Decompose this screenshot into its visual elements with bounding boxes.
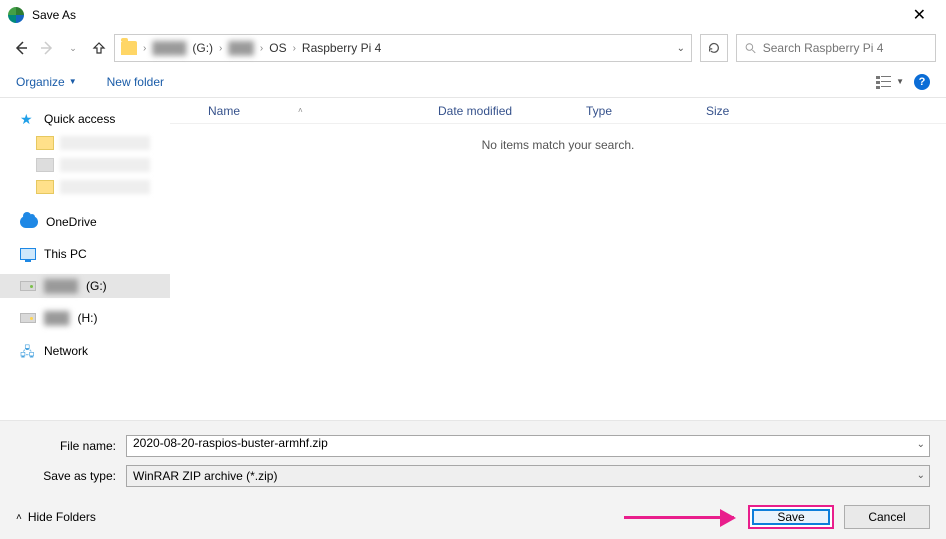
save-type-select[interactable]: WinRAR ZIP archive (*.zip) ⌄ — [126, 465, 930, 487]
chevron-down-icon[interactable]: ⌄ — [917, 439, 925, 450]
organize-menu[interactable]: Organize▼ — [16, 75, 77, 89]
refresh-button[interactable] — [700, 34, 728, 62]
column-header-type[interactable]: Type — [586, 104, 706, 118]
column-header-name[interactable]: ˄Name — [178, 104, 438, 118]
empty-list-message: No items match your search. — [170, 138, 946, 152]
sidebar-item-drive-h[interactable]: ███ (H:) — [0, 306, 170, 330]
column-header-date[interactable]: Date modified — [438, 104, 586, 118]
sidebar-item-quick-access[interactable]: ★ Quick access — [0, 106, 170, 132]
file-name-input[interactable]: 2020-08-20-raspios-buster-armhf.zip ⌄ — [126, 435, 930, 457]
network-icon: 🖧 — [20, 343, 36, 359]
chevron-right-icon: › — [143, 43, 146, 54]
back-button[interactable] — [10, 37, 32, 59]
column-header-row: ˄Name Date modified Type Size — [170, 98, 946, 124]
chevron-right-icon: › — [293, 43, 296, 54]
chevron-down-icon: ▼ — [896, 77, 904, 86]
cloud-icon — [20, 216, 38, 228]
forward-button[interactable] — [36, 37, 58, 59]
breadcrumb-blurred[interactable]: ████ — [152, 41, 186, 55]
column-header-size[interactable]: Size — [706, 104, 786, 118]
sidebar-item-network[interactable]: 🖧 Network — [0, 338, 170, 364]
chevron-down-icon: ▼ — [69, 77, 77, 86]
save-button[interactable]: Save — [748, 505, 834, 529]
cancel-button[interactable]: Cancel — [844, 505, 930, 529]
star-icon: ★ — [20, 111, 36, 127]
sidebar-item-drive-g[interactable]: ████ (G:) — [0, 274, 170, 298]
hide-folders-toggle[interactable]: ˄ Hide Folders — [16, 510, 96, 524]
up-button[interactable] — [88, 37, 110, 59]
new-folder-button[interactable]: New folder — [107, 75, 164, 89]
sidebar-pinned-item[interactable] — [0, 132, 170, 154]
search-box[interactable] — [736, 34, 936, 62]
app-icon — [8, 7, 24, 23]
close-icon[interactable]: ✕ — [901, 1, 938, 29]
sidebar-item-onedrive[interactable]: OneDrive — [0, 210, 170, 234]
sidebar-pinned-item[interactable] — [0, 154, 170, 176]
sort-indicator-icon: ˄ — [298, 106, 303, 115]
chevron-right-icon: › — [219, 43, 222, 54]
breadcrumb-segment[interactable]: OS — [269, 41, 286, 55]
sidebar: ★ Quick access OneDrive This PC ████ (G:… — [0, 98, 170, 420]
breadcrumb-segment[interactable]: Raspberry Pi 4 — [302, 41, 381, 55]
file-name-label: File name: — [16, 439, 126, 453]
drive-icon — [20, 313, 36, 323]
save-type-label: Save as type: — [16, 469, 126, 483]
chevron-right-icon: › — [260, 43, 263, 54]
sidebar-pinned-item[interactable] — [0, 176, 170, 198]
chevron-up-icon: ˄ — [16, 512, 22, 523]
breadcrumb-drive[interactable]: (G:) — [192, 41, 213, 55]
search-input[interactable] — [763, 41, 927, 55]
view-options-button[interactable]: ▼ — [876, 75, 904, 89]
chevron-down-icon[interactable]: ⌄ — [917, 470, 925, 481]
folder-icon — [121, 41, 137, 55]
address-bar[interactable]: › ████ (G:) › ███ › OS › Raspberry Pi 4 … — [114, 34, 692, 62]
search-icon — [745, 42, 757, 55]
window-title: Save As — [32, 8, 76, 22]
drive-icon — [20, 281, 36, 291]
address-dropdown-icon[interactable]: ⌄ — [677, 43, 685, 54]
recent-dropdown-icon[interactable]: ⌄ — [62, 37, 84, 59]
breadcrumb-blurred[interactable]: ███ — [228, 41, 254, 55]
help-button[interactable]: ? — [914, 74, 930, 90]
pc-icon — [20, 248, 36, 260]
sidebar-item-this-pc[interactable]: This PC — [0, 242, 170, 266]
annotation-arrow — [624, 516, 734, 519]
